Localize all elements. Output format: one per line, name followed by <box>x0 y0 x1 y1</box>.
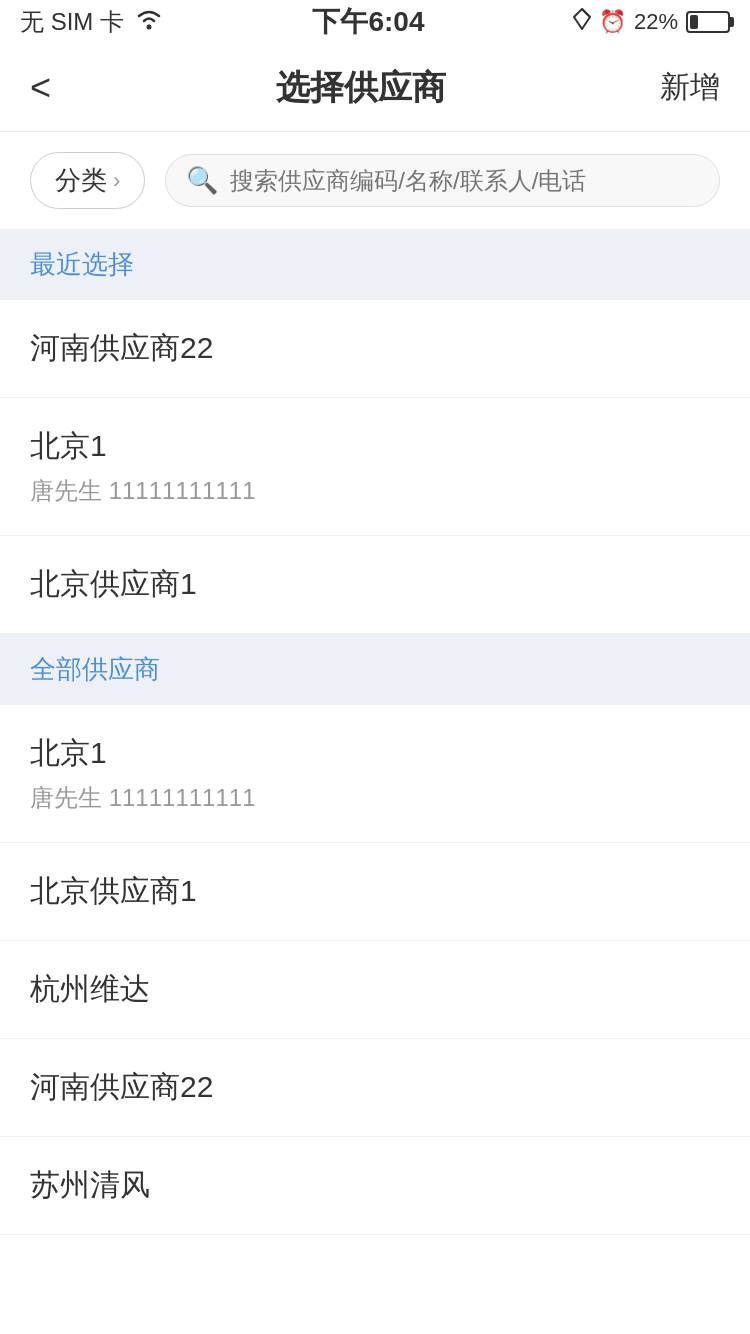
category-button[interactable]: 分类 › <box>30 152 145 209</box>
back-button[interactable]: < <box>30 57 61 119</box>
category-label: 分类 <box>55 163 107 198</box>
list-item[interactable]: 河南供应商22 <box>0 300 750 398</box>
status-time: 下午6:04 <box>312 3 424 41</box>
chevron-right-icon: › <box>113 168 120 194</box>
list-item[interactable]: 北京供应商1 <box>0 536 750 634</box>
list-item[interactable]: 北京供应商1 <box>0 843 750 941</box>
item-name: 河南供应商22 <box>30 328 720 369</box>
wifi-icon <box>134 8 164 36</box>
sim-status: 无 SIM 卡 <box>20 6 124 38</box>
list-item[interactable]: 北京1 唐先生 11111111111 <box>0 398 750 536</box>
list-item[interactable]: 苏州清风 <box>0 1137 750 1235</box>
all-section-title: 全部供应商 <box>30 654 160 684</box>
all-list: 北京1 唐先生 11111111111 北京供应商1 杭州维达河南供应商22 苏州清风 <box>0 705 750 1235</box>
item-name: 北京供应商1 <box>30 871 720 912</box>
list-item[interactable]: 杭州维达 <box>0 941 750 1039</box>
search-icon: 🔍 <box>186 165 218 196</box>
page-title: 选择供应商 <box>276 65 446 111</box>
all-section-header: 全部供应商 <box>0 634 750 705</box>
location-icon <box>573 8 591 36</box>
nav-bar: < 选择供应商 新增 <box>0 44 750 132</box>
recent-section-title: 最近选择 <box>30 249 134 279</box>
alarm-icon: ⏰ <box>599 9 626 35</box>
item-name: 河南供应商22 <box>30 1067 720 1108</box>
item-name: 杭州维达 <box>30 969 720 1010</box>
status-bar: 无 SIM 卡 下午6:04 ⏰ 22% <box>0 0 750 44</box>
search-input[interactable] <box>230 167 699 195</box>
list-item[interactable]: 北京1 唐先生 11111111111 <box>0 705 750 843</box>
svg-point-0 <box>147 25 152 30</box>
item-name: 北京1 <box>30 733 720 774</box>
recent-section-header: 最近选择 <box>0 229 750 300</box>
item-name: 北京1 <box>30 426 720 467</box>
item-name: 苏州清风 <box>30 1165 720 1206</box>
add-button[interactable]: 新增 <box>660 67 720 108</box>
battery-text: 22% <box>634 9 678 35</box>
search-box[interactable]: 🔍 <box>165 154 720 207</box>
status-right: ⏰ 22% <box>573 8 730 36</box>
item-sub: 唐先生 11111111111 <box>30 475 720 507</box>
status-left: 无 SIM 卡 <box>20 6 164 38</box>
item-sub: 唐先生 11111111111 <box>30 782 720 814</box>
list-item[interactable]: 河南供应商22 <box>0 1039 750 1137</box>
battery-icon <box>686 11 730 33</box>
item-name: 北京供应商1 <box>30 564 720 605</box>
recent-list: 河南供应商22 北京1 唐先生 11111111111 北京供应商1 <box>0 300 750 634</box>
filter-bar: 分类 › 🔍 <box>0 132 750 229</box>
